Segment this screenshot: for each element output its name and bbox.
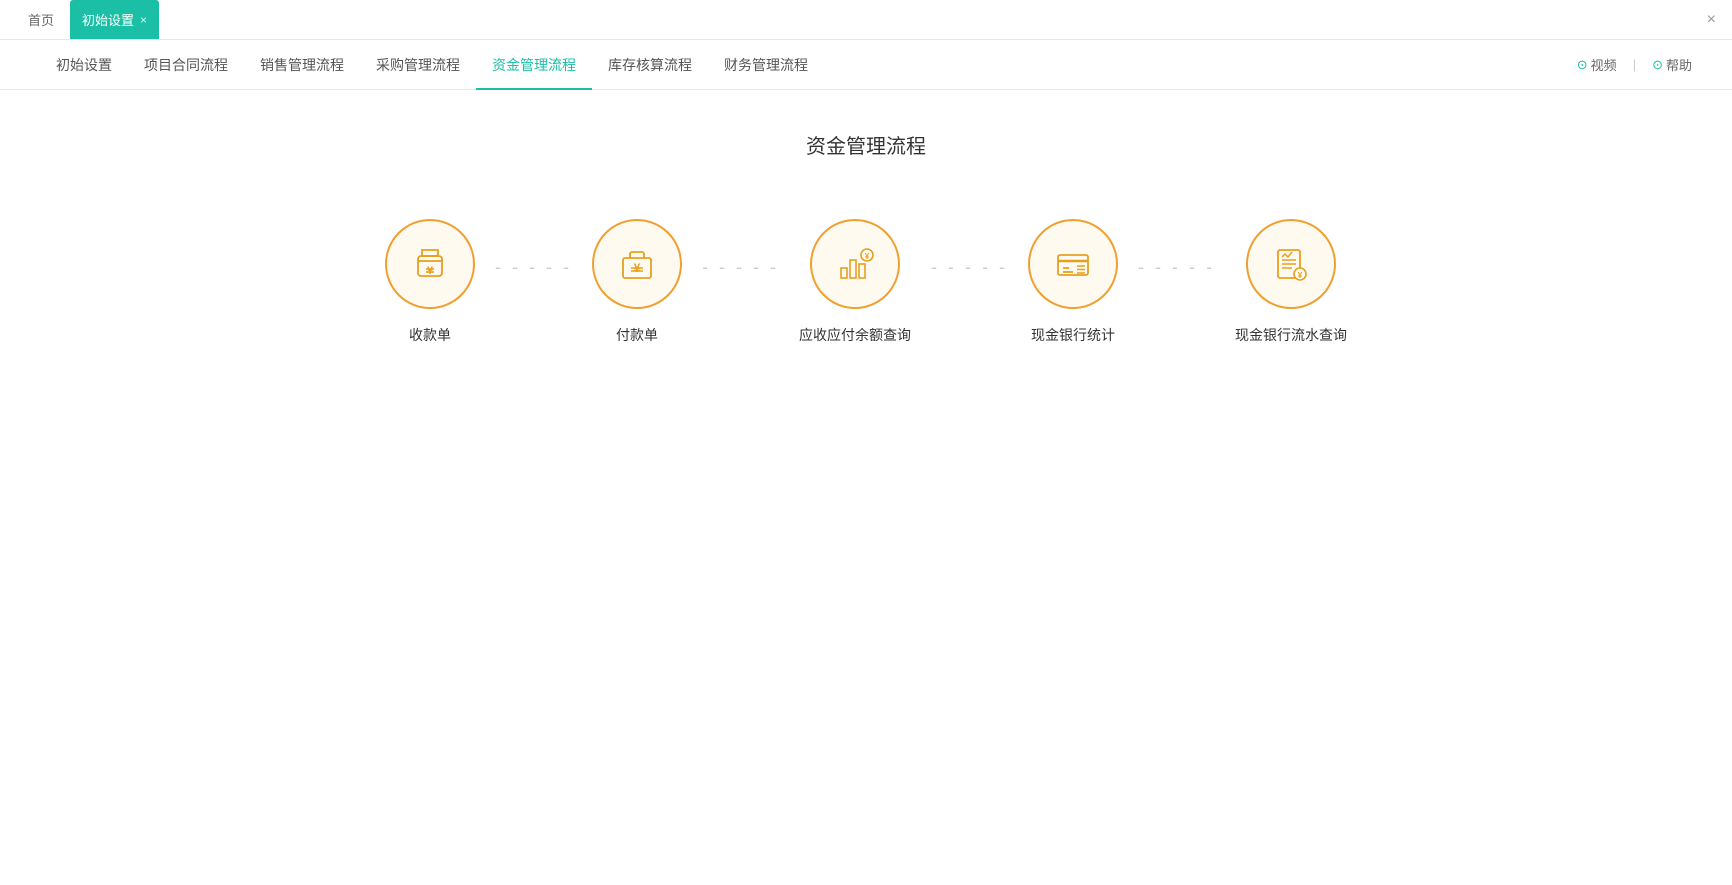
flow-container: ¥ 收款单 - - - - - ¥ 付款单 - - (20, 219, 1712, 345)
nav-bar: 初始设置 项目合同流程 销售管理流程 采购管理流程 资金管理流程 库存核算流程 … (0, 40, 1732, 90)
connector-3: - - - - - (911, 257, 1028, 278)
payment-svg-icon: ¥ (615, 242, 659, 286)
home-tab-label: 首页 (28, 10, 54, 29)
window-close-button[interactable]: × (1707, 11, 1716, 29)
nav-item-purchase-mgmt-label: 采购管理流程 (376, 55, 460, 75)
top-bar: 首页 初始设置 × × (0, 0, 1732, 40)
active-tab[interactable]: 初始设置 × (70, 0, 159, 39)
cash-bank-icon-circle (1028, 219, 1118, 309)
dots-icon-2: - - - - - (702, 257, 779, 278)
payment-label: 付款单 (616, 325, 658, 345)
dots-icon-4: - - - - - (1138, 257, 1215, 278)
flow-query-icon-circle: ¥ (1246, 219, 1336, 309)
help-icon: ⊙ (1652, 57, 1663, 73)
nav-item-initial-setup[interactable]: 初始设置 (40, 40, 128, 90)
active-tab-label: 初始设置 (82, 10, 134, 29)
cash-bank-stats-label: 现金银行统计 (1031, 325, 1115, 345)
receipt-icon-circle: ¥ (385, 219, 475, 309)
help-link[interactable]: ⊙ 帮助 (1652, 55, 1692, 74)
connector-1: - - - - - (475, 257, 592, 278)
flow-query-svg-icon: ¥ (1269, 242, 1313, 286)
video-link[interactable]: ⊙ 视频 (1577, 55, 1617, 74)
nav-item-capital-mgmt-label: 资金管理流程 (492, 55, 576, 75)
nav-item-project-contract-label: 项目合同流程 (144, 55, 228, 75)
nav-item-capital-mgmt[interactable]: 资金管理流程 (476, 40, 592, 90)
nav-item-sales-mgmt[interactable]: 销售管理流程 (244, 40, 360, 90)
ar-ap-label: 应收应付余额查询 (799, 325, 911, 345)
divider: | (1633, 57, 1636, 72)
flow-item-ar-ap-balance[interactable]: ¥ 应收应付余额查询 (799, 219, 911, 345)
nav-item-inventory[interactable]: 库存核算流程 (592, 40, 708, 90)
receipt-svg-icon: ¥ (408, 242, 452, 286)
video-label: 视频 (1591, 55, 1617, 74)
home-tab[interactable]: 首页 (16, 0, 66, 39)
flow-item-cash-bank-stats[interactable]: 现金银行统计 (1028, 219, 1118, 345)
ar-ap-icon-circle: ¥ (810, 219, 900, 309)
svg-text:¥: ¥ (427, 265, 434, 277)
nav-item-purchase-mgmt[interactable]: 采购管理流程 (360, 40, 476, 90)
nav-item-finance-mgmt-label: 财务管理流程 (724, 55, 808, 75)
nav-item-finance-mgmt[interactable]: 财务管理流程 (708, 40, 824, 90)
cash-bank-svg-icon (1051, 242, 1095, 286)
dots-icon-1: - - - - - (495, 257, 572, 278)
nav-item-project-contract[interactable]: 项目合同流程 (128, 40, 244, 90)
connector-4: - - - - - (1118, 257, 1235, 278)
payment-icon-circle: ¥ (592, 219, 682, 309)
play-icon: ⊙ (1577, 57, 1588, 73)
page-title: 资金管理流程 (20, 130, 1712, 159)
help-label: 帮助 (1666, 55, 1692, 74)
nav-bar-right: ⊙ 视频 | ⊙ 帮助 (1577, 55, 1692, 74)
flow-item-receipt[interactable]: ¥ 收款单 (385, 219, 475, 345)
nav-item-inventory-label: 库存核算流程 (608, 55, 692, 75)
connector-2: - - - - - (682, 257, 799, 278)
ar-ap-svg-icon: ¥ (833, 242, 877, 286)
svg-text:¥: ¥ (865, 252, 870, 261)
cash-bank-flow-label: 现金银行流水查询 (1235, 325, 1347, 345)
dots-icon-3: - - - - - (931, 257, 1008, 278)
main-content: 资金管理流程 ¥ 收款单 - - - - - (0, 90, 1732, 885)
tab-close-icon[interactable]: × (140, 13, 147, 27)
nav-item-initial-setup-label: 初始设置 (56, 55, 112, 75)
top-bar-right: × (1707, 11, 1716, 29)
svg-text:¥: ¥ (1298, 271, 1303, 280)
flow-item-cash-bank-flow[interactable]: ¥ 现金银行流水查询 (1235, 219, 1347, 345)
nav-item-sales-mgmt-label: 销售管理流程 (260, 55, 344, 75)
flow-item-payment[interactable]: ¥ 付款单 (592, 219, 682, 345)
receipt-label: 收款单 (409, 325, 451, 345)
